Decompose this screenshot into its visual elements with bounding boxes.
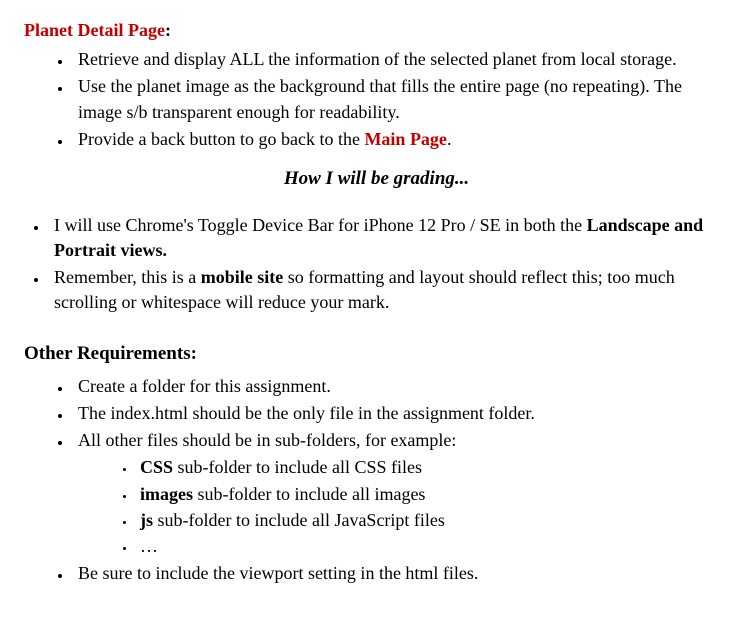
- list-item: Remember, this is a mobile site so forma…: [48, 265, 729, 315]
- subfolder-bold: js: [140, 510, 153, 530]
- list-item: Retrieve and display ALL the information…: [72, 47, 729, 72]
- list-item-suffix: .: [447, 129, 452, 149]
- list-item-text: Retrieve and display ALL the information…: [78, 49, 677, 69]
- list-item-prefix: Remember, this is a: [54, 267, 201, 287]
- list-item-text: All other files should be in sub-folders…: [78, 430, 456, 450]
- list-item: Create a folder for this assignment.: [72, 374, 729, 399]
- other-requirements-list: Create a folder for this assignment. The…: [24, 374, 729, 587]
- list-item-prefix: Provide a back button to go back to the: [78, 129, 364, 149]
- list-item: Provide a back button to go back to the …: [72, 127, 729, 152]
- list-item-text: Use the planet image as the background t…: [78, 76, 682, 121]
- subfolder-rest: sub-folder to include all CSS files: [173, 457, 422, 477]
- main-page-link: Main Page: [364, 129, 447, 149]
- subfolder-rest: sub-folder to include all images: [193, 484, 425, 504]
- other-requirements-heading: Other Requirements:: [24, 341, 729, 368]
- subfolder-bold: CSS: [140, 457, 173, 477]
- list-item: Be sure to include the viewport setting …: [72, 561, 729, 586]
- subfolder-list: CSS sub-folder to include all CSS files …: [78, 455, 729, 559]
- planet-detail-heading-text: Planet Detail Page: [24, 20, 165, 40]
- list-item: images sub-folder to include all images: [136, 482, 729, 507]
- planet-detail-list: Retrieve and display ALL the information…: [24, 47, 729, 152]
- list-item-prefix: I will use Chrome's Toggle Device Bar fo…: [54, 215, 587, 235]
- list-item: The index.html should be the only file i…: [72, 401, 729, 426]
- subfolder-rest: sub-folder to include all JavaScript fil…: [153, 510, 445, 530]
- list-item: js sub-folder to include all JavaScript …: [136, 508, 729, 533]
- list-item-text: Be sure to include the viewport setting …: [78, 563, 478, 583]
- subfolder-bold: images: [140, 484, 193, 504]
- grading-heading: How I will be grading...: [24, 166, 729, 193]
- list-item: I will use Chrome's Toggle Device Bar fo…: [48, 213, 729, 263]
- planet-detail-heading-colon: :: [165, 20, 171, 40]
- grading-list: I will use Chrome's Toggle Device Bar fo…: [24, 213, 729, 316]
- list-item: …: [136, 534, 729, 559]
- list-item: Use the planet image as the background t…: [72, 74, 729, 124]
- planet-detail-heading: Planet Detail Page:: [24, 18, 729, 43]
- list-item-bold: mobile site: [201, 267, 284, 287]
- list-item: CSS sub-folder to include all CSS files: [136, 455, 729, 480]
- list-item: All other files should be in sub-folders…: [72, 428, 729, 559]
- list-item-text: Create a folder for this assignment.: [78, 376, 331, 396]
- list-item-text: The index.html should be the only file i…: [78, 403, 535, 423]
- subfolder-text: …: [140, 536, 158, 556]
